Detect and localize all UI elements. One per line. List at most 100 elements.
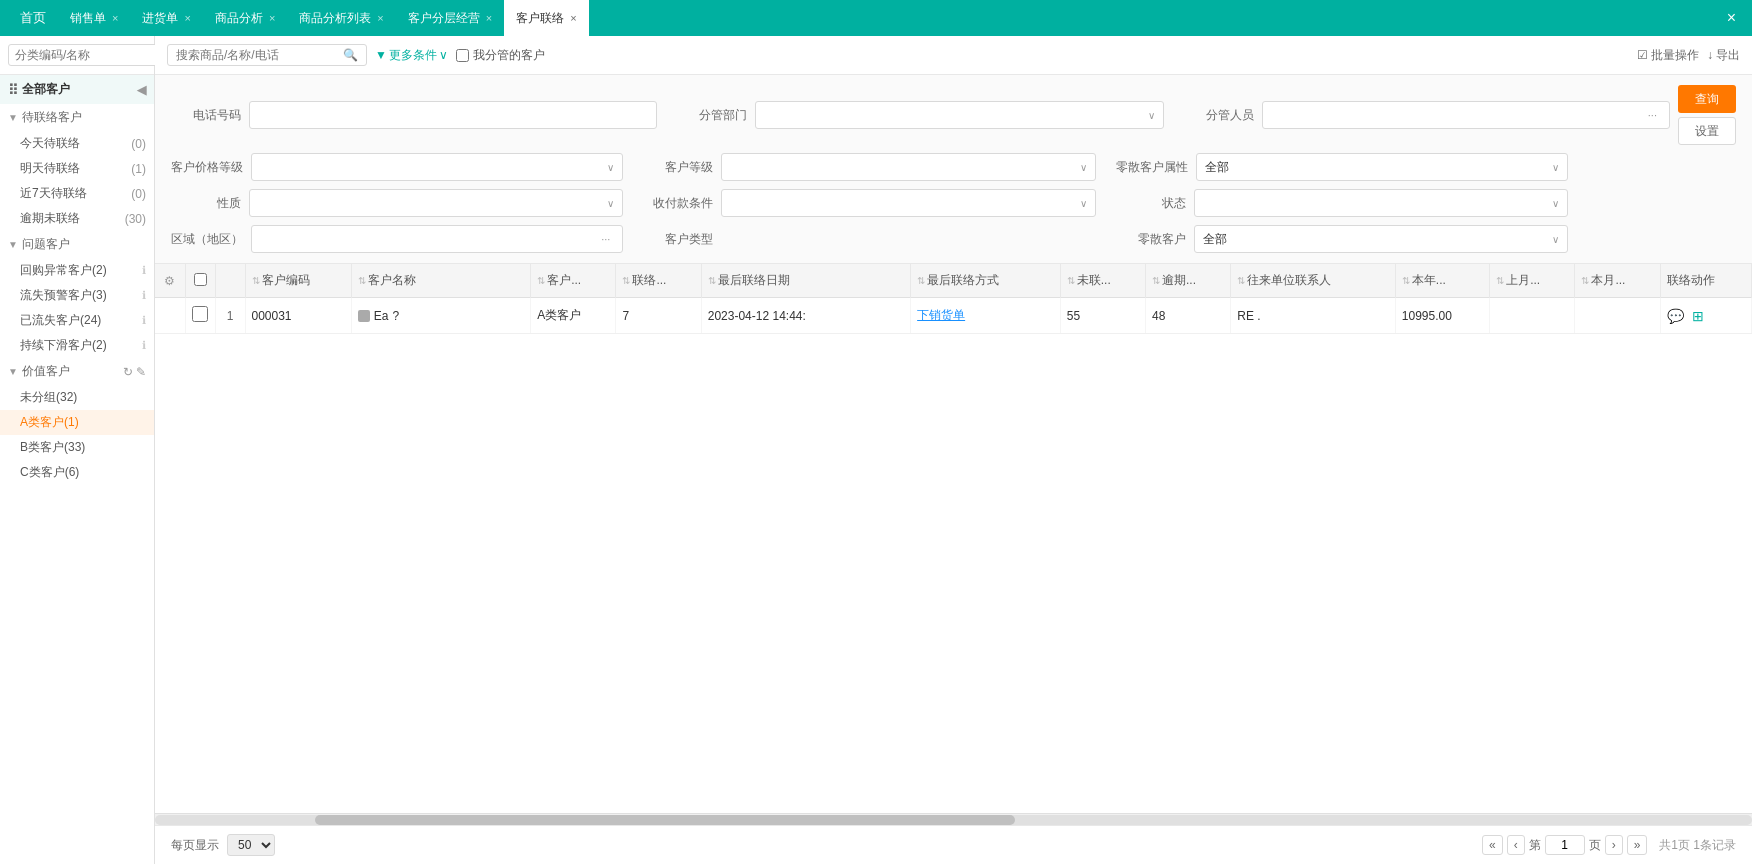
info-icon-3: ℹ — [142, 314, 146, 327]
more-filters-button[interactable]: ▼ 更多条件 ∨ — [375, 47, 448, 64]
tab-purchase[interactable]: 进货单 × — [130, 0, 202, 36]
scrollbar-track[interactable] — [155, 815, 1752, 825]
refresh-icon[interactable]: ↻ — [123, 365, 133, 379]
sidebar-item-b-class[interactable]: B类客户(33) — [0, 435, 154, 460]
nature-select[interactable]: ∨ — [249, 189, 623, 217]
data-table-container: ⚙ ⇅客户编码 ⇅客户名称 ⇅客户... ⇅联络... ⇅最后联络日期 ⇅最后联… — [155, 264, 1752, 813]
tab-customer-segment[interactable]: 客户分层经营 × — [396, 0, 504, 36]
col-contact[interactable]: ⇅联络... — [616, 264, 701, 298]
retail-select[interactable]: 全部 ∨ — [1194, 225, 1568, 253]
region-more-icon[interactable]: ··· — [597, 233, 614, 245]
phone-input[interactable] — [249, 101, 657, 129]
retail-attr-select[interactable]: 全部 ∨ — [1196, 153, 1568, 181]
message-icon[interactable]: 💬 — [1667, 308, 1684, 324]
last-page-button[interactable]: » — [1627, 835, 1648, 855]
edit-icon[interactable]: ✎ — [136, 365, 146, 379]
section-problem-customers[interactable]: ▼ 问题客户 — [0, 231, 154, 258]
last-method-link[interactable]: 下销货单 — [917, 308, 965, 322]
my-customers-checkbox-input[interactable] — [456, 49, 469, 62]
col-last-month[interactable]: ⇅上月... — [1490, 264, 1575, 298]
row-checkbox[interactable] — [192, 306, 208, 322]
col-gear[interactable]: ⚙ — [155, 264, 185, 298]
share-icon[interactable]: ⊞ — [1692, 308, 1704, 324]
region-select[interactable]: ··· — [251, 225, 623, 253]
filter-cell-person: 分管人员 ··· — [1184, 101, 1670, 129]
cell-last-month — [1490, 298, 1575, 334]
my-customers-checkbox[interactable]: 我分管的客户 — [456, 47, 545, 64]
first-page-button[interactable]: « — [1482, 835, 1503, 855]
filter-search-input[interactable] — [176, 48, 343, 62]
tab-sales-close[interactable]: × — [112, 12, 118, 24]
col-action: 联络动作 — [1660, 264, 1751, 298]
price-level-select[interactable]: ∨ — [251, 153, 623, 181]
tab-sales[interactable]: 销售单 × — [58, 0, 130, 36]
dept-down-arrow: ∨ — [1148, 110, 1155, 121]
gear-icon[interactable]: ⚙ — [164, 274, 175, 288]
col-type[interactable]: ⇅客户... — [531, 264, 616, 298]
prev-page-button[interactable]: ‹ — [1507, 835, 1525, 855]
col-code[interactable]: ⇅客户编码 — [245, 264, 351, 298]
sidebar-item-abnormal[interactable]: 回购异常客户(2)ℹ — [0, 258, 154, 283]
payment-select[interactable]: ∨ — [721, 189, 1095, 217]
filter-icon: ▼ — [375, 48, 387, 62]
customer-level-select[interactable]: ∨ — [721, 153, 1095, 181]
person-more-icon[interactable]: ··· — [1644, 109, 1661, 121]
filter-right-actions: ☑ 批量操作 ↓ 导出 — [1637, 47, 1740, 64]
page-size-select[interactable]: 50 — [227, 834, 275, 856]
query-button[interactable]: 查询 — [1678, 85, 1736, 113]
tab-product-analysis-list[interactable]: 商品分析列表 × — [287, 0, 395, 36]
col-last-method[interactable]: ⇅最后联络方式 — [911, 264, 1061, 298]
tab-product-analysis[interactable]: 商品分析 × — [203, 0, 287, 36]
export-button[interactable]: ↓ 导出 — [1707, 47, 1740, 64]
sidebar-item-today[interactable]: 今天待联络(0) — [0, 131, 154, 156]
close-all-button[interactable]: × — [1719, 9, 1744, 27]
table-header-row: ⚙ ⇅客户编码 ⇅客户名称 ⇅客户... ⇅联络... ⇅最后联络日期 ⇅最后联… — [155, 264, 1752, 298]
sidebar-item-unclassified[interactable]: 未分组(32) — [0, 385, 154, 410]
tab-customer-segment-close[interactable]: × — [486, 12, 492, 24]
tab-customer-contact-close[interactable]: × — [570, 12, 576, 24]
sidebar-item-tomorrow[interactable]: 明天待联络(1) — [0, 156, 154, 181]
select-all-checkbox[interactable] — [194, 273, 207, 286]
col-this-year[interactable]: ⇅本年... — [1395, 264, 1489, 298]
col-no-contact[interactable]: ⇅未联... — [1060, 264, 1145, 298]
pagination-bar: 每页显示 50 « ‹ 第 页 › » 共1页 1条记录 — [155, 825, 1752, 864]
sidebar-item-warning[interactable]: 流失预警客户(3)ℹ — [0, 283, 154, 308]
customer-type-select[interactable] — [721, 225, 1095, 253]
collapse-icon[interactable]: ◀ — [137, 83, 146, 97]
sidebar-item-a-class[interactable]: A类客户(1) — [0, 410, 154, 435]
dept-select[interactable]: ∨ — [755, 101, 1163, 129]
triangle-icon-3: ▼ — [8, 366, 18, 377]
sidebar-all-customers[interactable]: ⠿ 全部客户 ◀ — [0, 75, 154, 104]
sidebar-item-lost[interactable]: 已流失客户(24)ℹ — [0, 308, 154, 333]
sidebar-item-overdue[interactable]: 逾期未联络(30) — [0, 206, 154, 231]
cell-last-date: 2023-04-12 14:44: — [701, 298, 910, 334]
page-number-input[interactable] — [1545, 835, 1585, 855]
status-select[interactable]: ∨ — [1194, 189, 1568, 217]
section-pending-contact[interactable]: ▼ 待联络客户 — [0, 104, 154, 131]
tab-product-list-close[interactable]: × — [377, 12, 383, 24]
sidebar-item-7days[interactable]: 近7天待联络(0) — [0, 181, 154, 206]
person-select[interactable]: ··· — [1262, 101, 1670, 129]
scrollbar-thumb[interactable] — [315, 815, 1015, 825]
col-unit-contact[interactable]: ⇅往来单位联系人 — [1231, 264, 1396, 298]
tab-purchase-close[interactable]: × — [184, 12, 190, 24]
main-layout: 🔍 ⠿ 全部客户 ◀ ▼ 待联络客户 今天待联络(0) 明天待联络(1) 近7天… — [0, 36, 1752, 864]
filter-cell-customer-type: 客户类型 — [643, 225, 1095, 253]
horizontal-scrollbar[interactable] — [155, 813, 1752, 825]
sidebar-search-input[interactable] — [8, 44, 172, 66]
cell-gear — [155, 298, 185, 334]
col-overdue[interactable]: ⇅逾期... — [1146, 264, 1231, 298]
settings-button[interactable]: 设置 — [1678, 117, 1736, 145]
next-page-button[interactable]: › — [1605, 835, 1623, 855]
sidebar-item-declining[interactable]: 持续下滑客户(2)ℹ — [0, 333, 154, 358]
col-name[interactable]: ⇅客户名称 — [351, 264, 530, 298]
filter-row-1: 电话号码 分管部门 ∨ 分管人员 ··· — [171, 85, 1736, 145]
col-this-month[interactable]: ⇅本月... — [1575, 264, 1660, 298]
col-last-date[interactable]: ⇅最后联络日期 — [701, 264, 910, 298]
nav-home[interactable]: 首页 — [8, 0, 58, 36]
tab-product-analysis-close[interactable]: × — [269, 12, 275, 24]
tab-customer-contact[interactable]: 客户联络 × — [504, 0, 588, 36]
batch-operation-button[interactable]: ☑ 批量操作 — [1637, 47, 1699, 64]
sidebar-item-c-class[interactable]: C类客户(6) — [0, 460, 154, 485]
filter-search-icon[interactable]: 🔍 — [343, 48, 358, 62]
